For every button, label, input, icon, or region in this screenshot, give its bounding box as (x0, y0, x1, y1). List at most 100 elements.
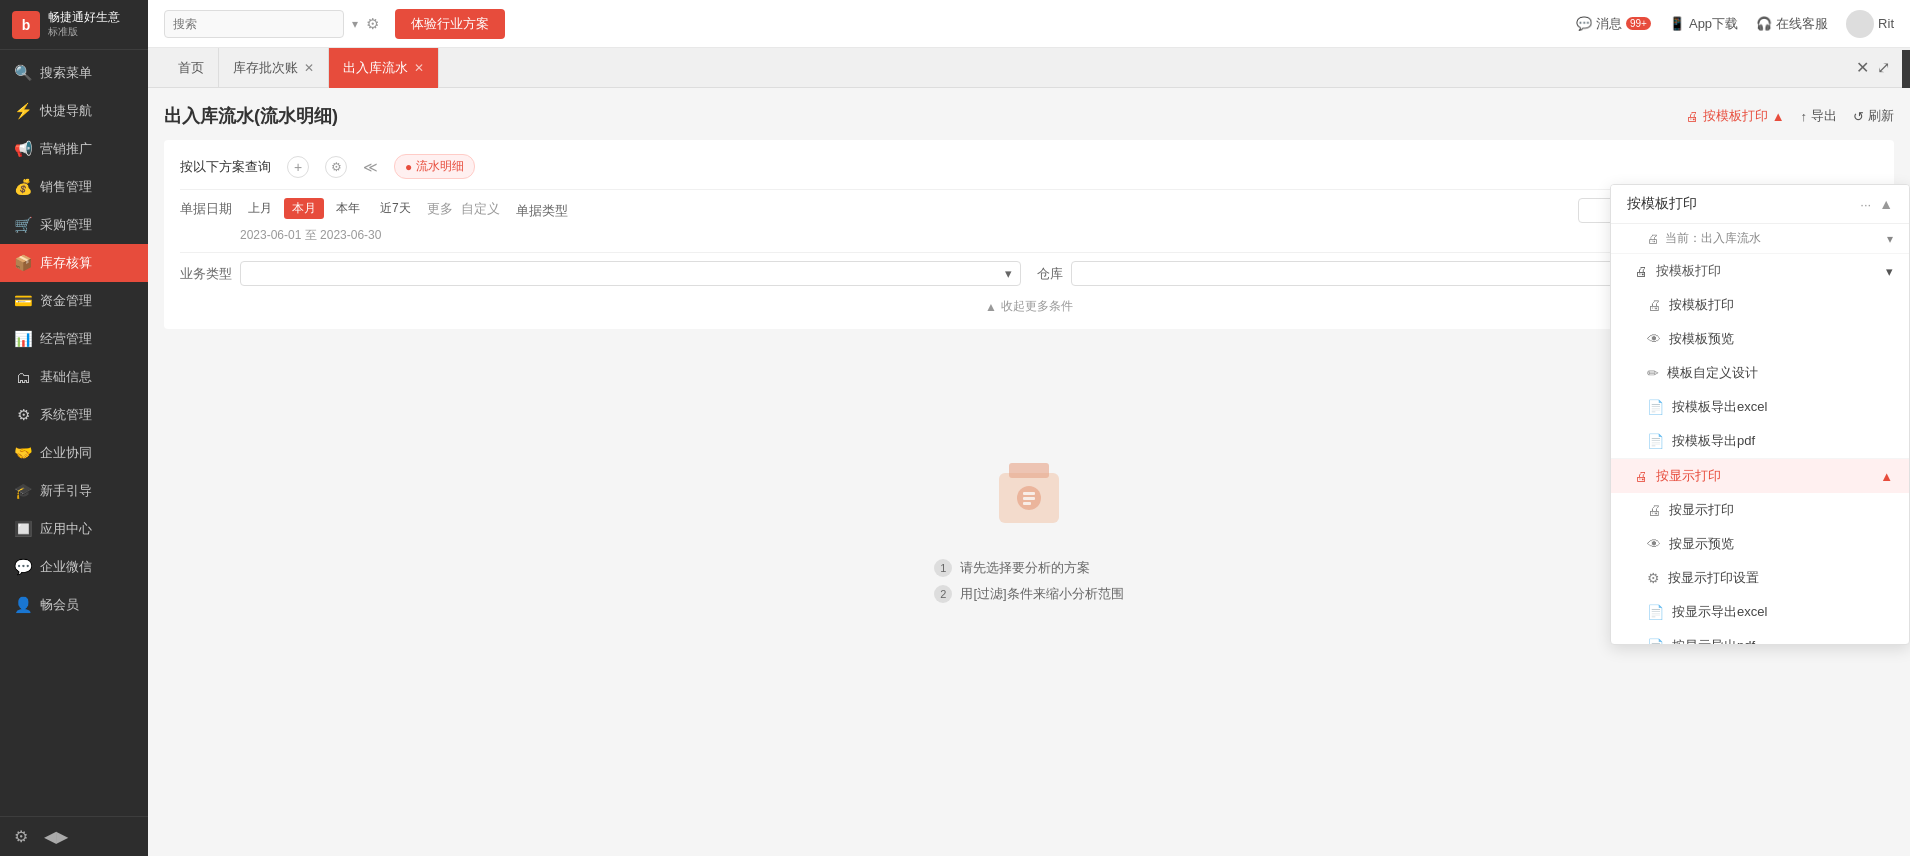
empty-tips: 1 请先选择要分析的方案 2 用[过滤]条件来缩小分析范围 (934, 559, 1123, 603)
filter-tag-icon: ● (405, 160, 412, 174)
dropdown-item-template-excel[interactable]: 📄按模板导出excel (1611, 390, 1909, 424)
search-chevron-icon[interactable]: ▾ (352, 17, 358, 31)
tab-label-flow: 出入库流水 (343, 59, 408, 77)
item-label-display-excel: 按显示导出excel (1672, 603, 1767, 621)
close-window-icon[interactable]: ✕ (1856, 58, 1869, 77)
item-label-template-pdf: 按模板导出pdf (1672, 432, 1755, 450)
filter-add-button[interactable]: + (287, 156, 309, 178)
sidebar-icon-appcenter: 🔲 (14, 520, 32, 538)
sidebar-item-basic[interactable]: 🗂基础信息 (0, 358, 148, 396)
export-label: 导出 (1811, 107, 1837, 125)
dropdown-section-template-print[interactable]: 🖨按模板打印▾ (1611, 253, 1909, 288)
topbar-search-area: ▾ ⚙ (164, 10, 383, 38)
app-download-item[interactable]: 📱 App下载 (1669, 15, 1738, 33)
dropdown-more-icon[interactable]: ··· (1860, 197, 1871, 212)
filter-header-row: 按以下方案查询 + ⚙ ≪ ● 流水明细 (180, 154, 1878, 179)
date-tab-本年[interactable]: 本年 (328, 198, 368, 219)
filter-settings-button[interactable]: ⚙ (325, 156, 347, 178)
avatar (1846, 10, 1874, 38)
message-item[interactable]: 💬 消息 99+ (1576, 15, 1651, 33)
sidebar-label-basic: 基础信息 (40, 368, 92, 386)
dropdown-section-display-print[interactable]: 🖨按显示打印▲ (1611, 458, 1909, 493)
tab-close-batch[interactable]: ✕ (304, 61, 314, 75)
date-more-icon[interactable]: 更多 (427, 200, 453, 218)
sidebar-item-shortcut[interactable]: ⚡ 快捷导航 (0, 92, 148, 130)
dropdown-chevron-icon[interactable]: ▲ (1879, 196, 1893, 212)
item-label-template-excel: 按模板导出excel (1672, 398, 1767, 416)
sidebar-icon-shortcut: ⚡ (14, 102, 32, 120)
user-avatar-item[interactable]: Rit (1846, 10, 1894, 38)
dropdown-item-template-print-item[interactable]: 🖨按模板打印 (1611, 288, 1909, 322)
dropdown-item-display-print-settings[interactable]: ⚙按显示打印设置 (1611, 561, 1909, 595)
main-area: ▾ ⚙ 体验行业方案 💬 消息 99+ 📱 App下载 🎧 在线客服 Rit (148, 0, 1910, 856)
sidebar-item-operations[interactable]: 📊经营管理 (0, 320, 148, 358)
sidebar-item-cooperation[interactable]: 🤝企业协同 (0, 434, 148, 472)
svg-rect-4 (1023, 497, 1035, 500)
sidebar-item-guide[interactable]: 🎓新手引导 (0, 472, 148, 510)
sidebar-icon-inventory: 📦 (14, 254, 32, 272)
filter-tag[interactable]: ● 流水明细 (394, 154, 475, 179)
dropdown-header-actions: ··· ▲ (1860, 196, 1893, 212)
sidebar-item-member[interactable]: 👤畅会员 (0, 586, 148, 624)
filter-collapse-icon[interactable]: ≪ (363, 159, 378, 175)
settings-gear-icon[interactable]: ⚙ (366, 15, 379, 33)
dropdown-item-template-pdf[interactable]: 📄 按模板导出pdf (1611, 424, 1909, 458)
biz-type-select[interactable]: ▾ (240, 261, 1021, 286)
sidebar-item-marketing[interactable]: 📢营销推广 (0, 130, 148, 168)
export-icon: ↑ (1801, 109, 1808, 124)
dropdown-current-text: 当前：出入库流水 (1665, 230, 1761, 247)
sidebar-label-shortcut: 快捷导航 (40, 102, 92, 120)
sidebar-icon-wechat: 💬 (14, 558, 32, 576)
print-chevron-icon[interactable]: ▲ (1772, 109, 1785, 124)
print-label: 按模板打印 (1703, 107, 1768, 125)
current-chevron-icon[interactable]: ▾ (1887, 232, 1893, 246)
item-icon-template-pdf: 📄 (1647, 433, 1664, 449)
export-button[interactable]: ↑ 导出 (1801, 107, 1838, 125)
tab-home[interactable]: 首页 (164, 48, 219, 88)
sidebar-item-search[interactable]: 🔍搜索菜单 (0, 54, 148, 92)
sidebar-item-purchase[interactable]: 🛒采购管理 (0, 206, 148, 244)
print-button[interactable]: 🖨 按模板打印 ▲ (1686, 107, 1785, 125)
item-label-display-print-settings: 按显示打印设置 (1668, 569, 1759, 587)
settings-icon[interactable]: ⚙ (14, 827, 28, 846)
dropdown-item-display-preview[interactable]: 👁按显示预览 (1611, 527, 1909, 561)
sidebar-item-finance[interactable]: 💳资金管理 (0, 282, 148, 320)
section-chevron-display-print: ▲ (1880, 469, 1893, 484)
date-tab-本月[interactable]: 本月 (284, 198, 324, 219)
dropdown-item-template-preview[interactable]: 👁按模板预览 (1611, 322, 1909, 356)
refresh-icon: ↺ (1853, 109, 1864, 124)
item-label-display-pdf: 按显示导出pdf (1672, 637, 1755, 644)
sidebar-item-sales[interactable]: 💰销售管理 (0, 168, 148, 206)
collapse-sidebar-icon[interactable]: ◀▶ (44, 827, 68, 846)
refresh-button[interactable]: ↺ 刷新 (1853, 107, 1894, 125)
tab-close-flow[interactable]: ✕ (414, 61, 424, 75)
maximize-icon[interactable]: ⤢ (1877, 58, 1890, 77)
tab-flow[interactable]: 出入库流水 ✕ (329, 48, 439, 88)
dropdown-item-display-print-item[interactable]: 🖨按显示打印 (1611, 493, 1909, 527)
sidebar-logo: b 畅捷通好生意 标准版 (0, 0, 148, 50)
date-tab-上月[interactable]: 上月 (240, 198, 280, 219)
date-custom-label[interactable]: 自定义 (461, 200, 500, 218)
sidebar-item-inventory[interactable]: 📦库存核算 (0, 244, 148, 282)
printer-icon: 🖨 (1647, 232, 1659, 246)
tip-num-2: 2 (934, 585, 952, 603)
sidebar-item-wechat[interactable]: 💬企业微信 (0, 548, 148, 586)
sidebar-item-appcenter[interactable]: 🔲应用中心 (0, 510, 148, 548)
dropdown-item-display-excel[interactable]: 📄按显示导出excel (1611, 595, 1909, 629)
dropdown-title: 按模板打印 (1627, 195, 1697, 213)
date-tab-近7天[interactable]: 近7天 (372, 198, 419, 219)
dropdown-item-template-custom[interactable]: ✏模板自定义设计 (1611, 356, 1909, 390)
item-icon-template-custom: ✏ (1647, 365, 1659, 381)
industry-solution-button[interactable]: 体验行业方案 (395, 9, 505, 39)
tab-batch[interactable]: 库存批次账 ✕ (219, 48, 329, 88)
sidebar-item-system[interactable]: ⚙系统管理 (0, 396, 148, 434)
sidebar-icon-operations: 📊 (14, 330, 32, 348)
print-icon: 🖨 (1686, 109, 1699, 124)
tab-label-batch: 库存批次账 (233, 59, 298, 77)
dropdown-item-display-pdf[interactable]: 📄按显示导出pdf (1611, 629, 1909, 644)
search-input[interactable] (164, 10, 344, 38)
sidebar-label-system: 系统管理 (40, 406, 92, 424)
online-service-item[interactable]: 🎧 在线客服 (1756, 15, 1828, 33)
item-icon-template-preview: 👁 (1647, 331, 1661, 347)
collapse-icon: ▲ (985, 300, 997, 314)
